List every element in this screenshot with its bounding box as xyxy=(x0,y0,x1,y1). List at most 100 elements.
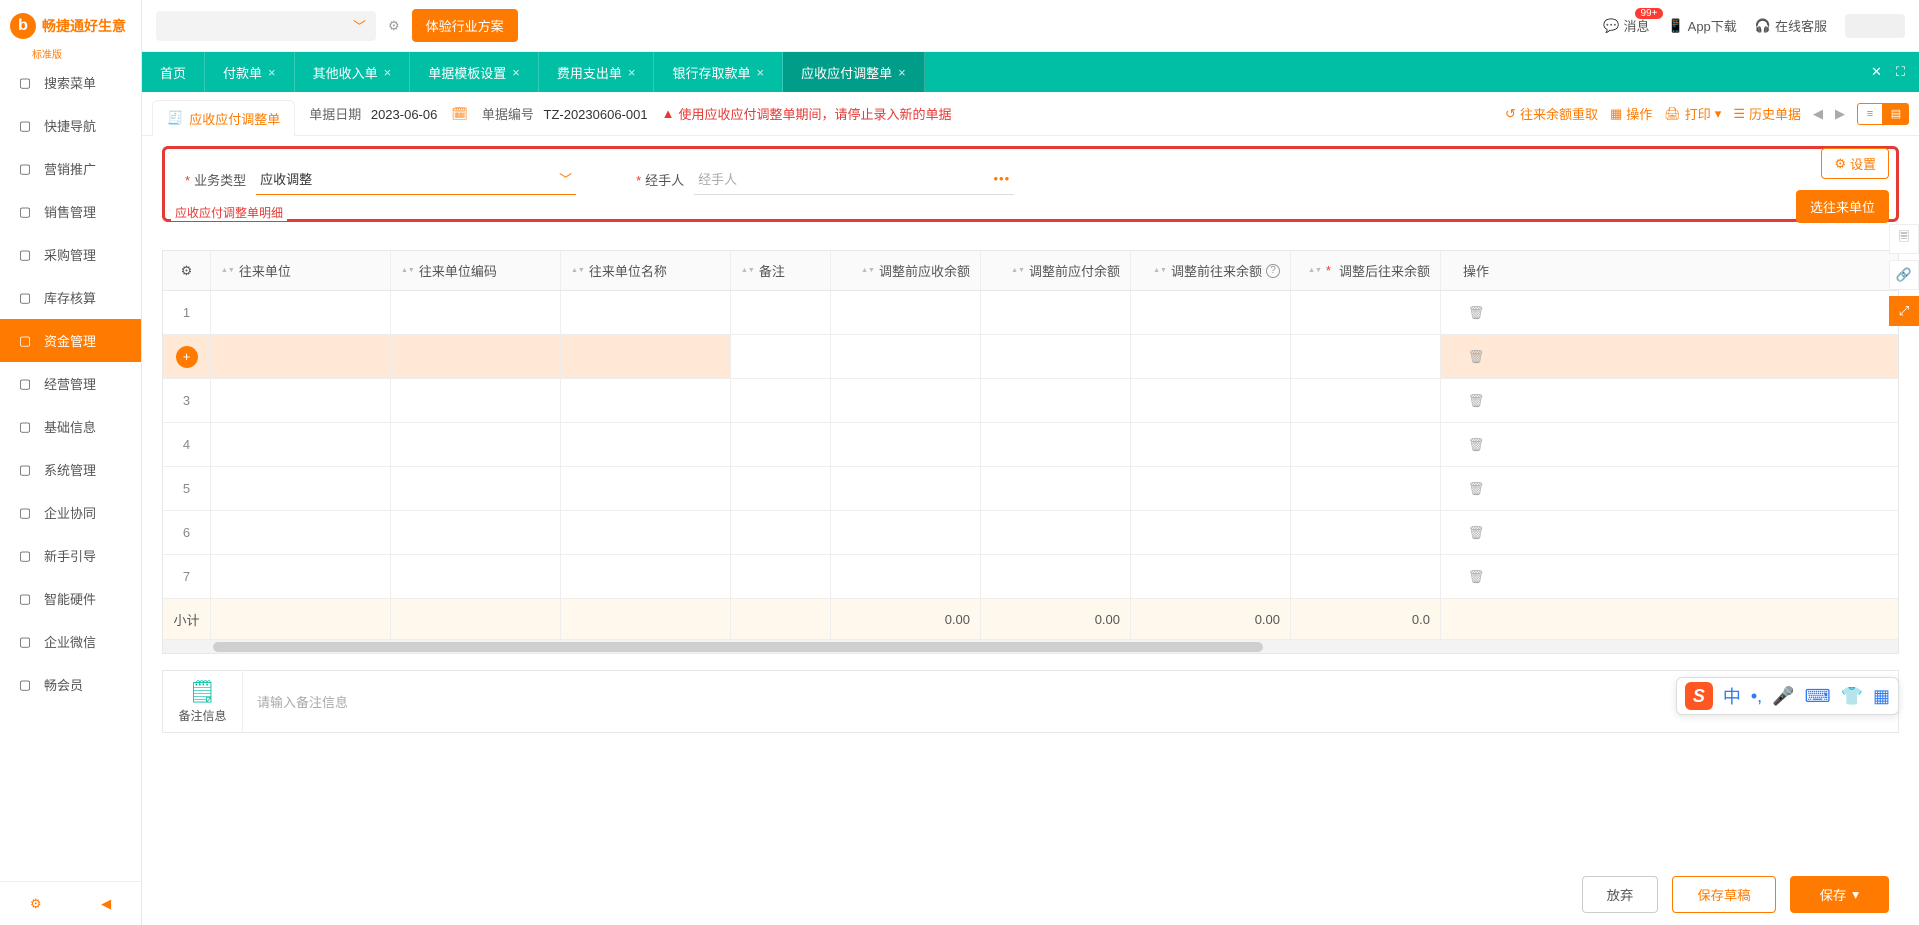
doc-toolbar: 🧾 应收应付调整单 单据日期 2023-06-06 🗓 单据编号 TZ-2023… xyxy=(142,92,1919,136)
delete-row-icon[interactable]: 🗑 xyxy=(1468,305,1485,321)
form-area: *业务类型 应收调整 ﹀ *经手人 经手人 ••• 应收应付调整单明细 ⚙ xyxy=(142,136,1919,222)
expand-icon[interactable]: ⛶ xyxy=(1896,64,1905,80)
tab-1[interactable]: 付款单× xyxy=(205,52,295,92)
close-icon[interactable]: × xyxy=(268,65,276,80)
ime-toolbox-icon[interactable]: ▦ xyxy=(1873,686,1890,707)
settings-button[interactable]: ⚙ 设置 xyxy=(1821,148,1889,179)
note-icon: 🗒 xyxy=(189,679,217,705)
table-row[interactable]: 5🗑 xyxy=(163,467,1898,511)
tab-4[interactable]: 费用支出单× xyxy=(539,52,655,92)
refresh-icon: ↺ xyxy=(1505,106,1516,122)
sidebar-item-11[interactable]: ▢新手引导 xyxy=(0,534,141,577)
hw-icon: ▢ xyxy=(16,590,34,608)
delete-row-icon[interactable]: 🗑 xyxy=(1468,349,1485,365)
sidebar-item-0[interactable]: ▢搜索菜单 xyxy=(0,61,141,104)
avatar[interactable] xyxy=(1845,14,1905,38)
handler-input[interactable]: 经手人 ••• xyxy=(694,163,1014,195)
doc-icon: 🧾 xyxy=(167,110,183,126)
recalc-balance-button[interactable]: ↺ 往来余额重取 xyxy=(1505,104,1598,123)
close-icon[interactable]: × xyxy=(628,65,636,80)
gear-icon[interactable]: ⚙ xyxy=(388,18,400,34)
sidebar-item-3[interactable]: ▢销售管理 xyxy=(0,190,141,233)
prev-icon[interactable]: ◀ xyxy=(1813,106,1823,122)
grid-icon: ▦ xyxy=(1610,106,1622,122)
table-row[interactable]: 1🗑 xyxy=(163,291,1898,335)
tab-3[interactable]: 单据模板设置× xyxy=(410,52,539,92)
biz-type-select[interactable]: 应收调整 ﹀ xyxy=(256,163,576,195)
sidebar-item-10[interactable]: ▢企业协同 xyxy=(0,491,141,534)
app-download-button[interactable]: 📱 App下载 xyxy=(1667,16,1736,35)
delete-row-icon[interactable]: 🗑 xyxy=(1468,525,1485,541)
save-draft-button[interactable]: 保存草稿 xyxy=(1672,876,1775,913)
close-icon[interactable]: × xyxy=(756,65,764,80)
brand-edition: 标准版 xyxy=(32,46,141,61)
ime-punct-icon[interactable]: •, xyxy=(1751,686,1762,707)
expand-float-button[interactable]: ⤢ xyxy=(1889,296,1919,326)
sidebar-item-7[interactable]: ▢经营管理 xyxy=(0,362,141,405)
table-row[interactable]: 6🗑 xyxy=(163,511,1898,555)
ime-widget[interactable]: S 中 •, 🎤 ⌨ 👕 ▦ xyxy=(1676,677,1899,715)
message-icon: 💬 xyxy=(1603,18,1619,34)
ime-mic-icon[interactable]: 🎤 xyxy=(1772,686,1794,707)
table-row[interactable]: 7🗑 xyxy=(163,555,1898,599)
delete-row-icon[interactable]: 🗑 xyxy=(1468,481,1485,497)
calendar-icon[interactable]: 🗓 xyxy=(451,106,468,122)
table-config-button[interactable]: ⚙ xyxy=(163,251,211,290)
select-unit-button[interactable]: 选往来单位 xyxy=(1796,190,1889,223)
tab-5[interactable]: 银行存取款单× xyxy=(654,52,783,92)
horizontal-scrollbar[interactable] xyxy=(163,639,1898,653)
add-row-button[interactable]: + xyxy=(176,346,198,368)
close-icon[interactable]: × xyxy=(898,65,906,80)
ime-lang-icon[interactable]: 中 xyxy=(1723,683,1741,709)
remark-input[interactable]: 请输入备注信息 xyxy=(243,692,1898,711)
support-button[interactable]: 🎧 在线客服 xyxy=(1755,16,1827,35)
table-row[interactable]: +🗑 xyxy=(163,335,1898,379)
ime-keyboard-icon[interactable]: ⌨ xyxy=(1805,686,1831,707)
close-icon[interactable]: × xyxy=(512,65,520,80)
sidebar-item-9[interactable]: ▢系统管理 xyxy=(0,448,141,491)
sidebar-item-1[interactable]: ▢快捷导航 xyxy=(0,104,141,147)
view-list-button[interactable]: ≡ xyxy=(1857,103,1883,125)
table-row[interactable]: 4🗑 xyxy=(163,423,1898,467)
table-row[interactable]: 3🗑 xyxy=(163,379,1898,423)
save-button[interactable]: 保存 ▾ xyxy=(1790,876,1889,913)
tab-0[interactable]: 首页 xyxy=(142,52,205,92)
floating-toolbar: 🗏 🔗 ⤢ xyxy=(1889,224,1919,326)
tab-6[interactable]: 应收应付调整单× xyxy=(783,52,925,92)
settings-icon[interactable]: ⚙ xyxy=(30,896,42,912)
sidebar-item-5[interactable]: ▢库存核算 xyxy=(0,276,141,319)
collapse-icon[interactable]: ◀ xyxy=(101,896,111,912)
note-float-button[interactable]: 🗏 xyxy=(1889,224,1919,254)
close-icon[interactable]: × xyxy=(384,65,392,80)
sidebar-item-12[interactable]: ▢智能硬件 xyxy=(0,577,141,620)
tab-2[interactable]: 其他收入单× xyxy=(295,52,411,92)
delete-row-icon[interactable]: 🗑 xyxy=(1468,437,1485,453)
sidebar-item-2[interactable]: ▢营销推广 xyxy=(0,147,141,190)
footer-actions: 放弃 保存草稿 保存 ▾ xyxy=(1582,876,1889,913)
ime-skin-icon[interactable]: 👕 xyxy=(1841,686,1863,707)
close-all-icon[interactable]: ✕ xyxy=(1871,64,1882,80)
sidebar-item-6[interactable]: ▢资金管理 xyxy=(0,319,141,362)
operate-button[interactable]: ▦ 操作 xyxy=(1610,104,1652,123)
remark-section: 🗒 备注信息 请输入备注信息 xyxy=(162,670,1899,733)
delete-row-icon[interactable]: 🗑 xyxy=(1468,393,1485,409)
history-button[interactable]: ☰ 历史单据 xyxy=(1733,104,1801,123)
sidebar-item-14[interactable]: ▢畅会员 xyxy=(0,663,141,706)
trial-button[interactable]: 体验行业方案 xyxy=(412,9,518,42)
discard-button[interactable]: 放弃 xyxy=(1582,876,1659,913)
sidebar-item-13[interactable]: ▢企业微信 xyxy=(0,620,141,663)
help-icon[interactable]: ? xyxy=(1266,264,1280,278)
delete-row-icon[interactable]: 🗑 xyxy=(1468,569,1485,585)
company-selector[interactable]: ﹀ xyxy=(156,11,376,41)
brand-logo: b 畅捷通好生意 xyxy=(0,0,141,52)
messages-button[interactable]: 💬 消息 99+ xyxy=(1603,16,1649,35)
chevron-down-icon: ▾ xyxy=(1852,887,1859,903)
print-button[interactable]: 🖨 打印 ▾ xyxy=(1664,104,1721,123)
tabs-actions: ✕ ⛶ xyxy=(1857,64,1919,80)
sidebar: b 畅捷通好生意 标准版 ▢搜索菜单▢快捷导航▢营销推广▢销售管理▢采购管理▢库… xyxy=(0,0,142,925)
attach-float-button[interactable]: 🔗 xyxy=(1889,260,1919,290)
sidebar-item-8[interactable]: ▢基础信息 xyxy=(0,405,141,448)
sidebar-item-4[interactable]: ▢采购管理 xyxy=(0,233,141,276)
next-icon[interactable]: ▶ xyxy=(1835,106,1845,122)
view-card-button[interactable]: ▤ xyxy=(1883,103,1909,125)
